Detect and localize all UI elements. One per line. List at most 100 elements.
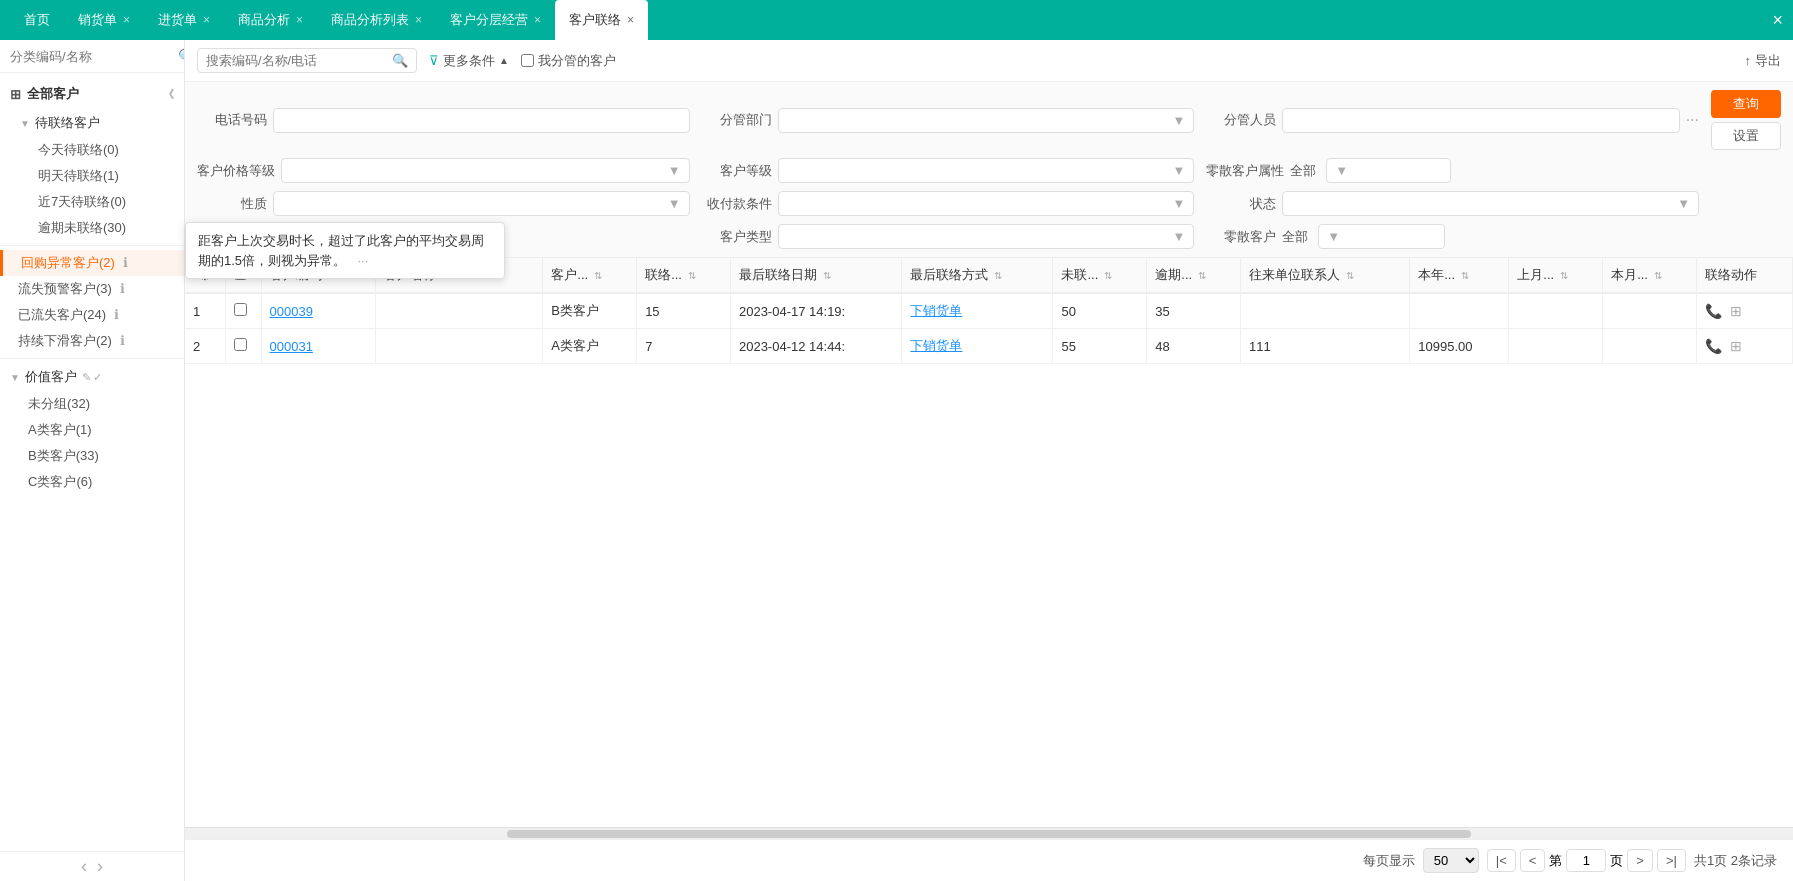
nav-customer-tier[interactable]: 客户分层经营 ×	[436, 0, 555, 40]
close-customer-tier-icon[interactable]: ×	[534, 13, 541, 27]
filter-cell-status: 状态 ▼	[1206, 191, 1699, 216]
prev-page-button[interactable]: <	[1520, 849, 1546, 872]
sort-this-month-icon[interactable]: ⇅	[1654, 270, 1662, 281]
row2-checkbox[interactable]	[234, 338, 247, 351]
close-sales-icon[interactable]: ×	[123, 13, 130, 27]
check-icon: ✓	[93, 371, 102, 384]
sidebar-value-title[interactable]: ▼ 价值客户 ✎ ✓	[0, 363, 184, 391]
global-close-button[interactable]: ×	[1772, 10, 1783, 31]
export-button[interactable]: ↑ 导出	[1745, 52, 1782, 70]
nav-product-analysis[interactable]: 商品分析 ×	[224, 0, 317, 40]
filter-cell-nature: 性质 ▼	[197, 191, 690, 216]
sidebar-item-today[interactable]: 今天待联络(0)	[10, 137, 184, 163]
sort-last-month-icon[interactable]: ⇅	[1560, 270, 1568, 281]
cell-code-2[interactable]: 000031	[261, 329, 376, 364]
status-arrow-icon: ▼	[1677, 196, 1690, 211]
sidebar-item-a-class[interactable]: A类客户(1)	[0, 417, 184, 443]
my-customer-check[interactable]	[521, 54, 534, 67]
tooltip-dots[interactable]: ···	[357, 253, 368, 268]
filter-icon: ⊽	[429, 53, 439, 68]
payment-select[interactable]: ▼	[778, 191, 1195, 216]
more-action-icon-2[interactable]: ⊞	[1730, 338, 1742, 354]
cell-last-method-1[interactable]: 下销货单	[902, 293, 1053, 329]
edit-icon[interactable]: ✎	[82, 371, 91, 384]
horizontal-scrollbar[interactable]	[185, 827, 1793, 839]
settings-button[interactable]: 设置	[1711, 122, 1781, 150]
price-level-select[interactable]: ▼	[281, 158, 690, 183]
more-filter-button[interactable]: ⊽ 更多条件 ▲	[429, 52, 509, 70]
phone-action-icon-2[interactable]: 📞	[1705, 338, 1722, 354]
sort-uncontacted-icon[interactable]: ⇅	[1104, 270, 1112, 281]
sort-contact-icon[interactable]: ⇅	[688, 270, 696, 281]
sort-last-date-icon[interactable]: ⇅	[823, 270, 831, 281]
th-this-year: 本年... ⇅	[1410, 258, 1509, 293]
nature-select[interactable]: ▼	[273, 191, 690, 216]
manager-input[interactable]	[1282, 108, 1679, 133]
cell-uncontacted-1: 50	[1053, 293, 1147, 329]
nav-home[interactable]: 首页	[10, 0, 64, 40]
sidebar-item-declining[interactable]: 持续下滑客户(2) ℹ	[0, 328, 184, 354]
manager-dots-icon[interactable]: ···	[1686, 111, 1699, 129]
sidebar-collapse-button[interactable]: 《	[163, 87, 174, 102]
retail-attr-select[interactable]: ▼	[1326, 158, 1450, 183]
row1-checkbox[interactable]	[234, 303, 247, 316]
sidebar-search-input[interactable]	[10, 49, 178, 64]
nav-sales[interactable]: 销货单 ×	[64, 0, 144, 40]
main-search-input[interactable]	[206, 53, 392, 68]
sidebar-item-7days[interactable]: 近7天待联络(0)	[10, 189, 184, 215]
sort-level-icon[interactable]: ⇅	[594, 270, 602, 281]
phone-input[interactable]	[273, 108, 690, 133]
th-last-method: 最后联络方式 ⇅	[902, 258, 1053, 293]
dept-select[interactable]: ▼	[778, 108, 1195, 133]
my-customer-checkbox: 我分管的客户	[521, 52, 616, 70]
close-product-analysis-icon[interactable]: ×	[296, 13, 303, 27]
per-page-select[interactable]: 50 100 200	[1423, 848, 1479, 873]
customer-type-select[interactable]: ▼	[778, 224, 1195, 249]
query-button[interactable]: 查询	[1711, 90, 1781, 118]
close-purchase-icon[interactable]: ×	[203, 13, 210, 27]
customer-level-select[interactable]: ▼	[778, 158, 1195, 183]
status-select[interactable]: ▼	[1282, 191, 1699, 216]
retail-select[interactable]: ▼	[1318, 224, 1445, 249]
sidebar-item-repurchase-abnormal[interactable]: 回购异常客户(2) ℹ	[0, 250, 184, 276]
th-last-date: 最后联络日期 ⇅	[730, 258, 901, 293]
nav-product-list[interactable]: 商品分析列表 ×	[317, 0, 436, 40]
sidebar-item-tomorrow[interactable]: 明天待联络(1)	[10, 163, 184, 189]
cell-code-1[interactable]: 000039	[261, 293, 376, 329]
sidebar-item-overdue[interactable]: 逾期未联络(30)	[10, 215, 184, 241]
filter-cell-manager: 分管人员 ···	[1206, 108, 1699, 133]
sidebar-scroll-left-icon[interactable]: ‹	[81, 856, 87, 877]
nav-customer-contact[interactable]: 客户联络 ×	[555, 0, 648, 40]
sort-overdue-icon[interactable]: ⇅	[1198, 270, 1206, 281]
sort-last-method-icon[interactable]: ⇅	[994, 270, 1002, 281]
sidebar-item-ungroup[interactable]: 未分组(32)	[0, 391, 184, 417]
sidebar-item-churn-warning[interactable]: 流失预警客户(3) ℹ	[0, 276, 184, 302]
sort-contact2-icon[interactable]: ⇅	[1346, 270, 1354, 281]
more-action-icon[interactable]: ⊞	[1730, 303, 1742, 319]
first-page-button[interactable]: |<	[1487, 849, 1516, 872]
sort-this-year-icon[interactable]: ⇅	[1461, 270, 1469, 281]
action-icons-1: 📞 ⊞	[1705, 303, 1784, 319]
next-page-button[interactable]: >	[1627, 849, 1653, 872]
sidebar-search-icon[interactable]: 🔍	[178, 48, 185, 64]
page-nav: |< < 第 页 > >|	[1487, 849, 1686, 872]
close-customer-contact-icon[interactable]: ×	[627, 13, 634, 27]
phone-action-icon[interactable]: 📞	[1705, 303, 1722, 319]
sidebar-group-pending-title[interactable]: ▼ 待联络客户	[10, 109, 184, 137]
scroll-thumb[interactable]	[507, 830, 1472, 838]
filter-bar: 🔍 ⊽ 更多条件 ▲ 我分管的客户 ↑ 导出	[185, 40, 1793, 82]
page-number-input[interactable]	[1566, 849, 1606, 872]
cell-last-method-2[interactable]: 下销货单	[902, 329, 1053, 364]
close-product-list-icon[interactable]: ×	[415, 13, 422, 27]
sidebar-scroll-right-icon[interactable]: ›	[97, 856, 103, 877]
cell-actions-1: 📞 ⊞	[1696, 293, 1792, 329]
sidebar-item-churned[interactable]: 已流失客户(24) ℹ	[0, 302, 184, 328]
pagination-bar: 每页显示 50 100 200 |< < 第 页 > >| 共1页 2条记录	[185, 839, 1793, 881]
sidebar-item-c-class[interactable]: C类客户(6)	[0, 469, 184, 495]
sidebar-item-b-class[interactable]: B类客户(33)	[0, 443, 184, 469]
main-search-icon[interactable]: 🔍	[392, 53, 408, 68]
last-page-button[interactable]: >|	[1657, 849, 1686, 872]
nav-purchase[interactable]: 进货单 ×	[144, 0, 224, 40]
sidebar-root-all-customers[interactable]: ⊞ 全部客户 《	[0, 79, 184, 109]
manager-label: 分管人员	[1206, 111, 1276, 129]
